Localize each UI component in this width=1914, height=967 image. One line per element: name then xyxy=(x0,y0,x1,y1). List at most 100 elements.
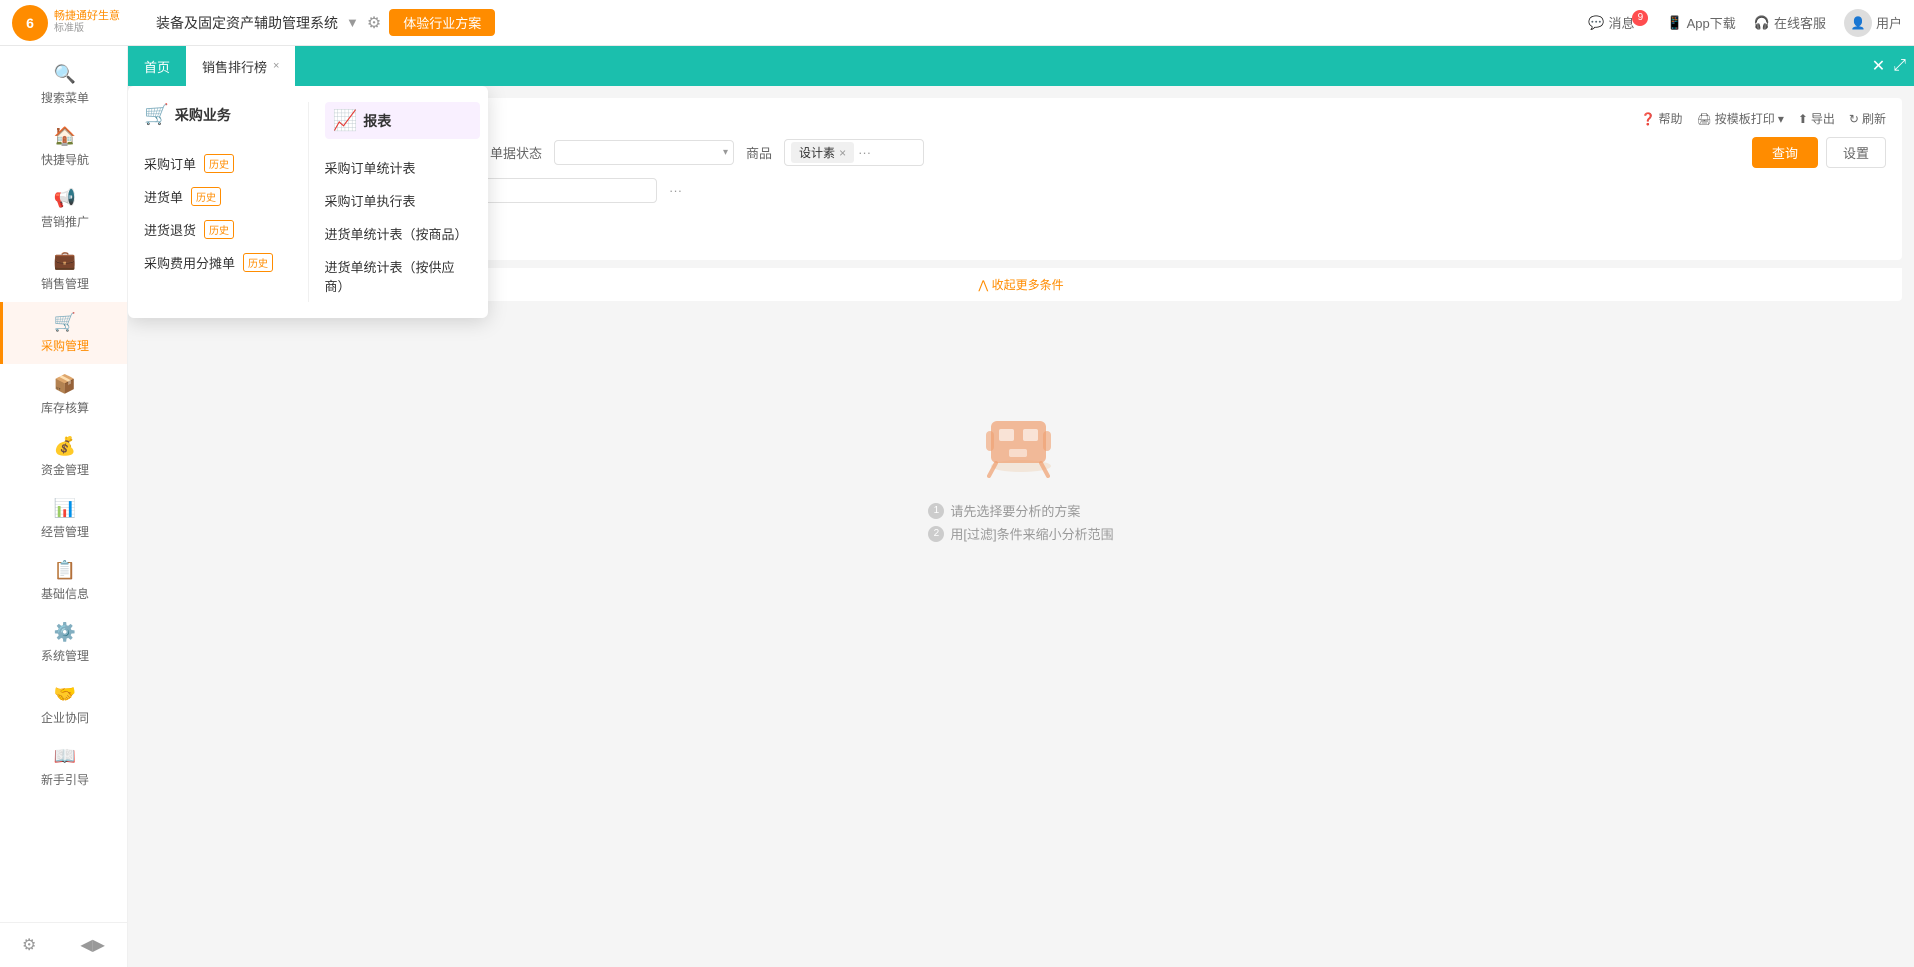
print-template-btn[interactable]: 🖨 按模板打印 ▾ xyxy=(1697,110,1784,127)
voucher-status-label: 单据状态 xyxy=(490,143,542,162)
export-icon: ⬆ xyxy=(1798,112,1808,126)
refresh-icon: ↻ xyxy=(1849,112,1859,126)
dropdown-report-col: 📈 报表 采购订单统计表 采购订单执行表 进货单统计表（按商品） xyxy=(325,102,473,302)
sidebar-label-basic-info: 基础信息 xyxy=(41,585,89,602)
headset-icon: 🎧 xyxy=(1754,15,1770,31)
sidebar-item-enterprise[interactable]: 🤝 企业协同 xyxy=(0,674,127,736)
dropdown-purchase-title: 🛒 采购业务 xyxy=(144,102,292,135)
fold-icon: ⋀ xyxy=(978,278,988,292)
toolbar-right: ❓ 帮助 🖨 按模板打印 ▾ ⬆ 导出 xyxy=(1641,110,1886,127)
sidebar-item-beginner[interactable]: 📖 新手引导 xyxy=(0,736,127,798)
gear-icon[interactable]: ⚙ xyxy=(367,13,381,33)
basic-info-icon: 📋 xyxy=(54,560,76,581)
sidebar-item-sales[interactable]: 💼 销售管理 xyxy=(0,240,127,302)
tab-close-btn[interactable]: × xyxy=(273,60,279,72)
operations-icon: 📊 xyxy=(54,498,76,519)
refresh-btn[interactable]: ↻ 刷新 xyxy=(1849,110,1886,127)
enterprise-icon: 🤝 xyxy=(54,684,76,705)
svg-text:6: 6 xyxy=(26,15,34,31)
dropdown-item-purchase-order-stat[interactable]: 采购订单统计表 xyxy=(325,151,473,184)
export-btn[interactable]: ⬆ 导出 xyxy=(1798,110,1835,127)
message-btn[interactable]: 💬 消息 9 xyxy=(1588,13,1648,32)
sidebar-label-search: 搜索菜单 xyxy=(41,89,89,106)
sidebar-label-quick-nav: 快捷导航 xyxy=(41,151,89,168)
empty-image xyxy=(961,381,1081,481)
sidebar-item-operations[interactable]: 📊 经营管理 xyxy=(0,488,127,550)
goods-label: 商品 xyxy=(746,143,772,162)
salesman-input[interactable] xyxy=(463,178,657,203)
sidebar-item-marketing[interactable]: 📢 营销推广 xyxy=(0,178,127,240)
sidebar-label-purchase: 采购管理 xyxy=(41,337,89,354)
dropdown-item-purchase-cost[interactable]: 采购费用分摊单 历史 xyxy=(144,246,292,279)
tab-right: ✕ ⤢ xyxy=(1872,56,1914,76)
query-btn[interactable]: 查询 xyxy=(1752,137,1818,168)
sidebar-item-inventory[interactable]: 📦 库存核算 xyxy=(0,364,127,426)
sidebar-item-system[interactable]: ⚙️ 系统管理 xyxy=(0,612,127,674)
setting-btn[interactable]: 设置 xyxy=(1826,137,1886,168)
goods-tag: 设计素 × xyxy=(791,142,854,163)
tab-sales-rank[interactable]: 销售排行榜 × xyxy=(186,46,295,86)
collapse-icon[interactable]: ◀▶ xyxy=(80,935,105,955)
sys-arrow-icon[interactable]: ▼ xyxy=(346,15,359,30)
salesman-more[interactable]: ··· xyxy=(669,183,682,198)
sidebar-label-beginner: 新手引导 xyxy=(41,771,89,788)
purchase-order-stat-label: 采购订单统计表 xyxy=(325,158,416,177)
hist-badge-purchase-order[interactable]: 历史 xyxy=(204,154,234,173)
goods-receipt-stat-supplier-label: 进货单统计表（按供应商） xyxy=(325,257,473,295)
app-download-btn[interactable]: 📱 App下载 xyxy=(1666,13,1735,32)
sidebar-bottom: ⚙ ◀▶ xyxy=(0,922,127,967)
settings-bottom-icon[interactable]: ⚙ xyxy=(22,935,36,955)
hist-badge-goods-receipt[interactable]: 历史 xyxy=(191,187,221,206)
user-btn[interactable]: 👤 用户 xyxy=(1844,9,1902,37)
hist-badge-purchase-cost[interactable]: 历史 xyxy=(243,253,273,272)
sidebar-label-inventory: 库存核算 xyxy=(41,399,89,416)
print-arrow-icon: ▾ xyxy=(1778,112,1784,126)
online-service-btn[interactable]: 🎧 在线客服 xyxy=(1754,13,1826,32)
dropdown-item-goods-receipt-stat-goods[interactable]: 进货单统计表（按商品） xyxy=(325,217,473,250)
dropdown-item-purchase-order-exec[interactable]: 采购订单执行表 xyxy=(325,184,473,217)
help-btn[interactable]: ❓ 帮助 xyxy=(1641,110,1683,127)
sidebar-item-purchase[interactable]: 🛒 采购管理 xyxy=(0,302,127,364)
logo-text: 畅捷通好生意 标准版 xyxy=(54,10,120,35)
sidebar-item-quick-nav[interactable]: 🏠 快捷导航 xyxy=(0,116,127,178)
tab-home[interactable]: 首页 xyxy=(128,46,186,86)
step-num-1: 1 xyxy=(928,503,944,519)
logo-icon: 6 xyxy=(12,5,48,41)
voucher-status-select[interactable]: ▾ xyxy=(554,140,734,165)
beginner-icon: 📖 xyxy=(54,746,76,767)
voucher-status-input[interactable] xyxy=(554,140,734,165)
funds-icon: 💰 xyxy=(54,436,76,457)
phone-icon: 📱 xyxy=(1666,15,1682,31)
dropdown-report-title: 📈 报表 xyxy=(325,102,481,139)
sidebar-item-funds[interactable]: 💰 资金管理 xyxy=(0,426,127,488)
tab-maximize-icon[interactable]: ⤢ xyxy=(1893,57,1906,75)
goods-more-btn[interactable]: ··· xyxy=(858,145,871,160)
step-num-2: 2 xyxy=(928,526,944,542)
dropdown-item-goods-receipt[interactable]: 进货单 历史 xyxy=(144,180,292,213)
hist-badge-goods-return[interactable]: 历史 xyxy=(204,220,234,239)
goods-tag-close[interactable]: × xyxy=(839,146,846,160)
dropdown-item-goods-return[interactable]: 进货退货 历史 xyxy=(144,213,292,246)
tab-close-window-icon[interactable]: ✕ xyxy=(1872,56,1885,76)
logo: 6 畅捷通好生意 标准版 xyxy=(12,5,140,41)
industry-btn[interactable]: 体验行业方案 xyxy=(389,9,495,36)
sidebar: 🔍 搜索菜单 🏠 快捷导航 📢 营销推广 💼 销售管理 🛒 采购管 xyxy=(0,46,128,967)
goods-return-label: 进货退货 xyxy=(144,220,196,239)
home-icon: 🏠 xyxy=(54,126,76,147)
query-actions: 查询 设置 xyxy=(1752,137,1886,168)
col-divider xyxy=(308,102,309,302)
sidebar-item-basic-info[interactable]: 📋 基础信息 xyxy=(0,550,127,612)
marketing-icon: 📢 xyxy=(54,188,76,209)
dropdown-item-purchase-order[interactable]: 采购订单 历史 xyxy=(144,147,292,180)
sidebar-item-search[interactable]: 🔍 搜索菜单 xyxy=(0,54,127,116)
tab-bar: 首页 销售排行榜 × ✕ ⤢ xyxy=(128,46,1914,86)
goods-filter: 设计素 × ··· xyxy=(784,139,924,166)
purchase-icon: 🛒 xyxy=(54,312,76,333)
dropdown-menu: 🛒 采购业务 采购订单 历史 进货单 历史 进货退货 xyxy=(128,86,488,318)
message-icon: 💬 xyxy=(1588,15,1604,31)
content-area: 首页 销售排行榜 × ✕ ⤢ 🛒 xyxy=(128,46,1914,967)
sidebar-label-funds: 资金管理 xyxy=(41,461,89,478)
sidebar-label-enterprise: 企业协同 xyxy=(41,709,89,726)
empty-step-2: 2 用[过滤]条件来缩小分析范围 xyxy=(928,524,1113,543)
dropdown-item-goods-receipt-stat-supplier[interactable]: 进货单统计表（按供应商） xyxy=(325,250,473,302)
